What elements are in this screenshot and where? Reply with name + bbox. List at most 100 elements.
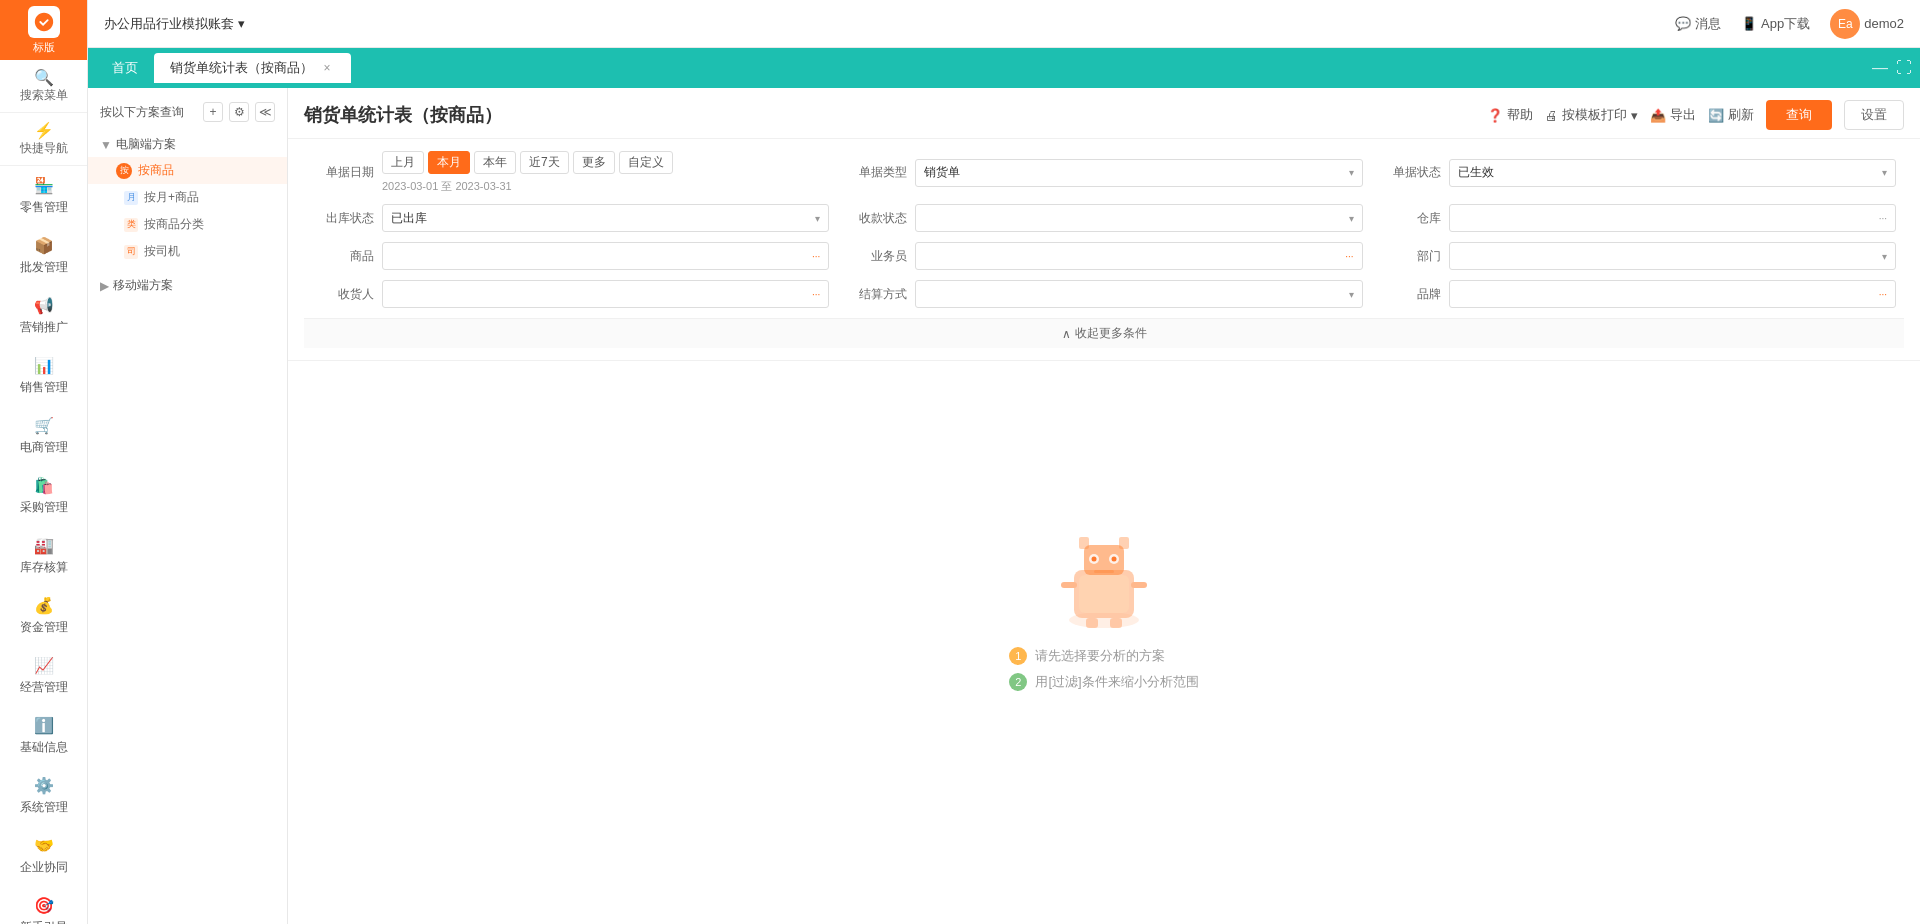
sidebar-item-retail[interactable]: 🏪 零售管理 <box>0 166 87 226</box>
filter-doctype-label: 单据类型 <box>845 164 915 181</box>
sidebar-item-enterprise[interactable]: 🤝 企业协同 <box>0 826 87 886</box>
staff-select[interactable]: ··· <box>915 242 1362 270</box>
svg-rect-12 <box>1110 618 1122 628</box>
template-print-btn[interactable]: 🖨 按模板打印 ▾ <box>1545 106 1638 124</box>
empty-text-item-2: 2 用[过滤]条件来缩小分析范围 <box>1009 673 1198 691</box>
sidebar-item-sales[interactable]: 📊 销售管理 <box>0 346 87 406</box>
sidebar-item-finance-label: 资金管理 <box>20 619 68 636</box>
brand-select[interactable]: ··· <box>1449 280 1896 308</box>
mobile-section-title[interactable]: ▶ 移动端方案 <box>88 273 287 298</box>
quick-nav[interactable]: ⚡ 快捷导航 <box>0 113 87 166</box>
empty-text-1: 请先选择要分析的方案 <box>1035 647 1165 665</box>
sidebar-item-basic[interactable]: ℹ️ 基础信息 <box>0 706 87 766</box>
settings-btn[interactable]: 设置 <box>1844 100 1904 130</box>
add-scheme-btn[interactable]: + <box>203 102 223 122</box>
dept-select[interactable]: ▾ <box>1449 242 1896 270</box>
date-more-btn[interactable]: 更多 <box>573 151 615 174</box>
warehouse-status-select[interactable]: 已出库 ▾ <box>382 204 829 232</box>
tab-active[interactable]: 销货单统计表（按商品） × <box>154 53 351 83</box>
sidebar-item-wholesale-label: 批发管理 <box>20 259 68 276</box>
filter-row-2: 出库状态 已出库 ▾ 收款状态 <box>304 204 1904 232</box>
filter-dept-label: 部门 <box>1379 248 1449 265</box>
empty-state: 1 请先选择要分析的方案 2 用[过滤]条件来缩小分析范围 <box>288 361 1920 924</box>
recipient-select[interactable]: ··· <box>382 280 829 308</box>
date-this-year-btn[interactable]: 本年 <box>474 151 516 174</box>
business-icon: 📈 <box>34 656 54 675</box>
purchase-icon: 🛍️ <box>34 476 54 495</box>
warehouse-select[interactable]: ··· <box>1449 204 1896 232</box>
mobile-section-label: 移动端方案 <box>113 277 173 294</box>
filter-date-label: 单据日期 <box>312 164 382 181</box>
date-last-7days-btn[interactable]: 近7天 <box>520 151 569 174</box>
recipient-dots: ··· <box>812 289 820 300</box>
sidebar-item-wholesale[interactable]: 📦 批发管理 <box>0 226 87 286</box>
filter-brand-value: ··· <box>1449 280 1896 308</box>
filter-warehouse-status-value: 已出库 ▾ <box>382 204 829 232</box>
sidebar-item-ecommerce[interactable]: 🛒 电商管理 <box>0 406 87 466</box>
export-btn[interactable]: 📤 导出 <box>1650 106 1696 124</box>
sidebar-item-business-label: 经营管理 <box>20 679 68 696</box>
settings-scheme-btn[interactable]: ⚙ <box>229 102 249 122</box>
tab-minimize-icon[interactable]: — <box>1872 59 1888 77</box>
query-btn[interactable]: 查询 <box>1766 100 1832 130</box>
message-btn[interactable]: 💬 消息 <box>1675 15 1721 33</box>
sidebar-item-business[interactable]: 📈 经营管理 <box>0 646 87 706</box>
doctype-select[interactable]: 销货单 ▾ <box>915 159 1362 187</box>
sidebar-item-purchase-label: 采购管理 <box>20 499 68 516</box>
desktop-section-title[interactable]: ▼ 电脑端方案 <box>88 132 287 157</box>
add-icon: + <box>209 105 216 119</box>
search-menu[interactable]: 🔍 搜索菜单 <box>0 60 87 113</box>
by-cashier-icon: 司 <box>124 245 138 259</box>
app-download-label: App下载 <box>1761 15 1810 33</box>
collapse-panel-btn[interactable]: ≪ <box>255 102 275 122</box>
message-label: 消息 <box>1695 15 1721 33</box>
tab-maximize-icon[interactable]: ⛶ <box>1896 59 1912 77</box>
sidebar-item-inventory[interactable]: 🏭 库存核算 <box>0 526 87 586</box>
filter-brand-cell: 品牌 ··· <box>1371 280 1904 308</box>
scheme-by-category[interactable]: 类 按商品分类 <box>88 211 287 238</box>
svg-rect-11 <box>1086 618 1098 628</box>
scheme-by-product[interactable]: 按 按商品 <box>88 157 287 184</box>
enterprise-icon: 🤝 <box>34 836 54 855</box>
sidebar-item-marketing[interactable]: 📢 营销推广 <box>0 286 87 346</box>
app-logo: 标版 <box>0 0 88 60</box>
wholesale-icon: 📦 <box>34 236 54 255</box>
date-this-month-btn[interactable]: 本月 <box>428 151 470 174</box>
help-btn[interactable]: ❓ 帮助 <box>1487 106 1533 124</box>
app-download-btn[interactable]: 📱 App下载 <box>1741 15 1810 33</box>
tab-home[interactable]: 首页 <box>96 53 154 83</box>
sidebar-item-system[interactable]: ⚙️ 系统管理 <box>0 766 87 826</box>
collapse-bar[interactable]: ∧ 收起更多条件 <box>304 318 1904 348</box>
date-last-month-btn[interactable]: 上月 <box>382 151 424 174</box>
product-select[interactable]: ··· <box>382 242 829 270</box>
right-content: 销货单统计表（按商品） ❓ 帮助 🖨 按模板打印 ▾ 📤 导出 <box>288 88 1920 924</box>
sidebar-item-purchase[interactable]: 🛍️ 采购管理 <box>0 466 87 526</box>
mobile-expand-icon: ▶ <box>100 279 109 293</box>
warehouse-status-val: 已出库 <box>391 210 427 227</box>
payment-status-select[interactable]: ▾ <box>915 204 1362 232</box>
empty-text-item-1: 1 请先选择要分析的方案 <box>1009 647 1165 665</box>
industry-dropdown[interactable]: 办公用品行业模拟账套 ▾ <box>104 15 245 33</box>
filter-payment-status-value: ▾ <box>915 204 1362 232</box>
left-panel-title: 按以下方案查询 <box>100 104 184 121</box>
query-label: 查询 <box>1786 107 1812 122</box>
search-menu-label: 搜索菜单 <box>20 88 68 102</box>
sidebar-item-newbie[interactable]: 🎯 新手引导 <box>0 886 87 924</box>
refresh-btn[interactable]: 🔄 刷新 <box>1708 106 1754 124</box>
quick-nav-label: 快捷导航 <box>20 141 68 155</box>
empty-text-2: 用[过滤]条件来缩小分析范围 <box>1035 673 1198 691</box>
sidebar-item-finance[interactable]: 💰 资金管理 <box>0 586 87 646</box>
scheme-by-month-product[interactable]: 月 按月+商品 <box>88 184 287 211</box>
sidebar-item-system-label: 系统管理 <box>20 799 68 816</box>
user-profile[interactable]: Ea demo2 <box>1830 9 1904 39</box>
filter-settlement-label: 结算方式 <box>845 286 915 303</box>
app-subtitle: 标版 <box>33 40 55 55</box>
settlement-select[interactable]: ▾ <box>915 280 1362 308</box>
dept-arrow: ▾ <box>1882 251 1887 262</box>
date-range-text: 2023-03-01 至 2023-03-31 <box>382 179 673 194</box>
date-custom-btn[interactable]: 自定义 <box>619 151 673 174</box>
docstatus-select[interactable]: 已生效 ▾ <box>1449 159 1896 187</box>
filter-date-cell: 单据日期 上月 本月 本年 近7天 更多 自定义 <box>304 151 837 194</box>
tab-close-icon[interactable]: × <box>319 60 335 76</box>
scheme-by-cashier[interactable]: 司 按司机 <box>88 238 287 265</box>
